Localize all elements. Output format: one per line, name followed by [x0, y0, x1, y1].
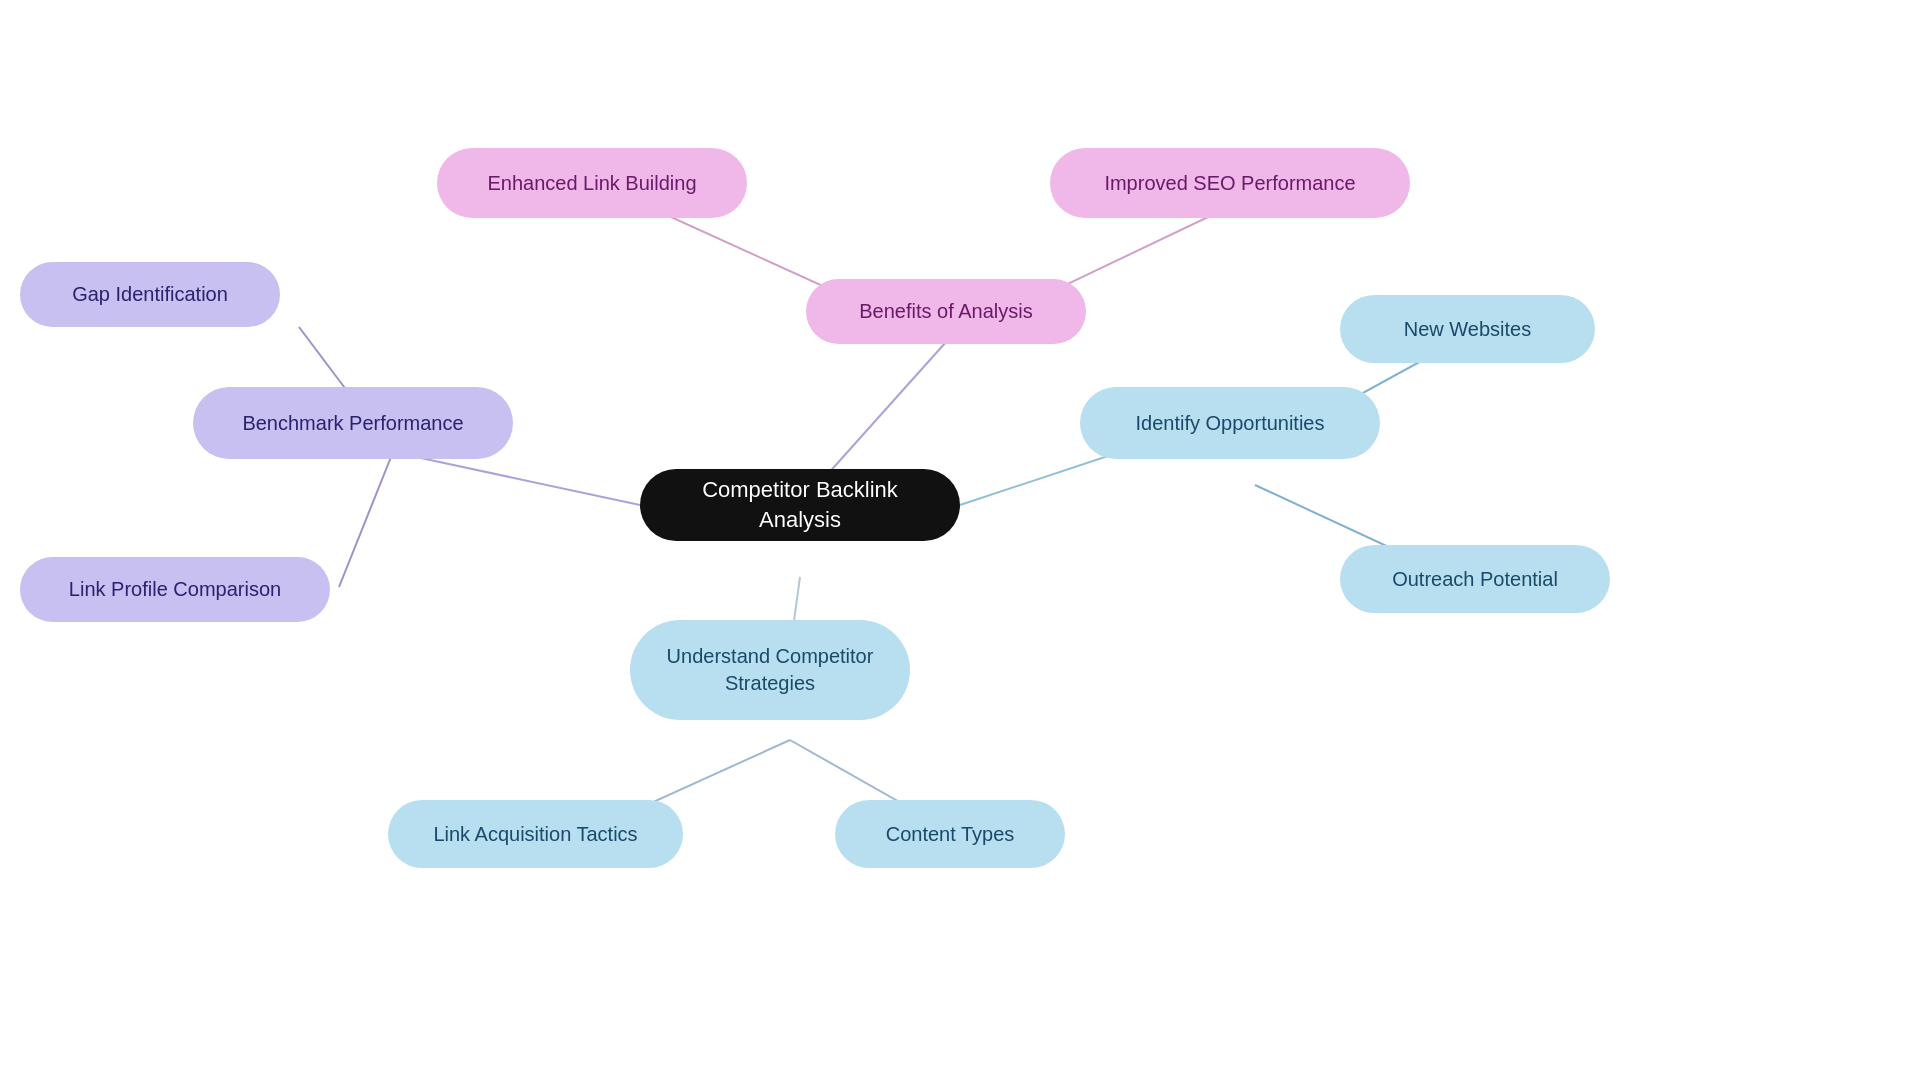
benchmark-node: Benchmark Performance	[193, 387, 513, 459]
svg-line-5	[339, 452, 393, 587]
link-profile-node: Link Profile Comparison	[20, 557, 330, 622]
benefits-node: Benefits of Analysis	[806, 279, 1086, 344]
outreach-node: Outreach Potential	[1340, 545, 1610, 613]
identify-opp-node: Identify Opportunities	[1080, 387, 1380, 459]
svg-line-9	[960, 452, 1120, 505]
understand-node: Understand CompetitorStrategies	[630, 620, 910, 720]
improved-seo-node: Improved SEO Performance	[1050, 148, 1410, 218]
center-node: Competitor Backlink Analysis	[640, 469, 960, 541]
svg-line-3	[393, 452, 640, 505]
link-acq-node: Link Acquisition Tactics	[388, 800, 683, 868]
new-websites-node: New Websites	[1340, 295, 1595, 363]
enhanced-link-node: Enhanced Link Building	[437, 148, 747, 218]
content-types-node: Content Types	[835, 800, 1065, 868]
gap-id-node: Gap Identification	[20, 262, 280, 327]
